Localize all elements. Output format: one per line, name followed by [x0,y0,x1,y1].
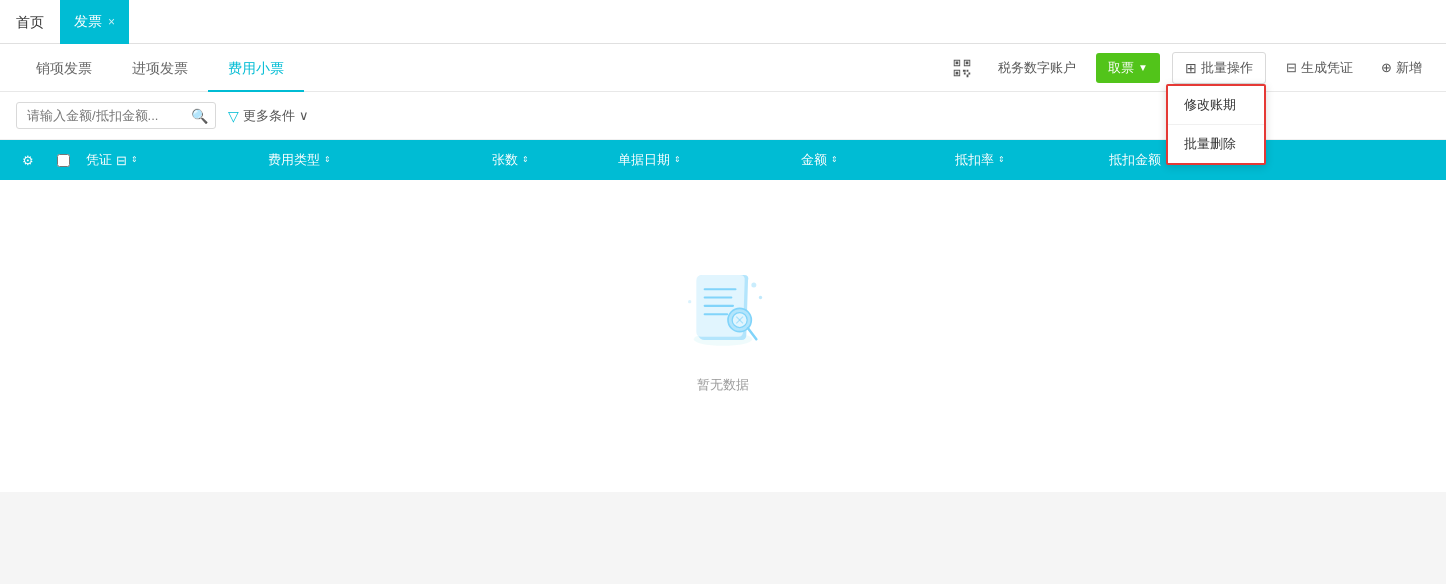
filter-icon: ▽ [228,108,239,124]
take-ticket-button[interactable]: 取票 ▼ [1096,53,1160,83]
tax-account-button[interactable]: 税务数字账户 [990,55,1084,81]
select-all-checkbox[interactable] [57,154,70,167]
sort-icon: ⇕ [674,156,681,164]
sort-icon: ⇕ [522,156,529,164]
empty-illustration [673,260,773,360]
th-gear[interactable]: ⚙ [8,153,48,168]
tab-purchase[interactable]: 进项发票 [112,44,208,92]
chevron-down-icon: ∨ [299,108,309,123]
sort-icon: ⇕ [998,156,1005,164]
modify-period-item[interactable]: 修改账期 [1168,86,1264,124]
batch-icon: ⊞ [1185,60,1197,76]
search-input[interactable] [16,102,216,129]
svg-point-12 [688,300,691,303]
search-icon[interactable]: 🔍 [191,108,208,124]
th-check[interactable] [48,154,78,167]
empty-state: 暂无数据 [0,180,1446,454]
batch-op-dropdown: 修改账期 批量删除 [1166,84,1266,165]
voucher-icon: ⊟ [1286,60,1297,75]
gear-icon: ⚙ [22,153,34,168]
empty-text: 暂无数据 [697,376,749,394]
th-deduct-rate[interactable]: 抵扣率 ⇕ [947,151,1101,169]
sort-icon: ⇕ [831,156,838,164]
tab-sales[interactable]: 销项发票 [16,44,112,92]
svg-point-10 [751,283,756,288]
th-amount[interactable]: 金额 ⇕ [793,151,947,169]
th-voucher[interactable]: 凭证 ⊟ ⇕ [78,151,260,169]
search-input-wrap: 🔍 [16,102,216,129]
batch-delete-item[interactable]: 批量删除 [1168,124,1264,163]
tab-expense[interactable]: 费用小票 [208,44,304,92]
voucher-filter-icon: ⊟ [116,153,127,168]
svg-point-11 [759,296,762,299]
gen-voucher-button[interactable]: ⊟ 生成凭证 [1278,53,1361,83]
batch-op-button[interactable]: ⊞ 批量操作 [1172,52,1266,84]
more-conditions-button[interactable]: ▽ 更多条件 ∨ [228,107,309,125]
sub-nav: 销项发票 进项发票 费用小票 税务数字账户 取票 ▼ ⊞ 批量操作 [0,44,1446,92]
sort-icon: ⇕ [324,156,331,164]
close-tab-icon[interactable]: × [108,15,115,29]
qr-icon[interactable] [946,52,978,84]
home-link[interactable]: 首页 [16,0,60,44]
sort-icon: ⇕ [131,156,138,164]
th-date[interactable]: 单据日期 ⇕ [610,151,792,169]
top-nav: 首页 发票 × [0,0,1446,44]
invoice-tab-label: 发票 [74,13,102,31]
plus-icon: ⊕ [1381,60,1392,75]
batch-op-container: ⊞ 批量操作 修改账期 批量删除 [1172,52,1266,84]
th-count[interactable]: 张数 ⇕ [484,151,611,169]
sub-nav-left: 销项发票 进项发票 费用小票 [16,44,304,91]
invoice-tab[interactable]: 发票 × [60,0,129,44]
add-new-button[interactable]: ⊕ 新增 [1373,53,1430,83]
th-type[interactable]: 费用类型 ⇕ [260,151,484,169]
chevron-down-icon: ▼ [1138,62,1148,73]
sub-nav-right: 税务数字账户 取票 ▼ ⊞ 批量操作 修改账期 批量删除 ⊟ 生成凭证 ⊕ 新增 [946,52,1430,84]
